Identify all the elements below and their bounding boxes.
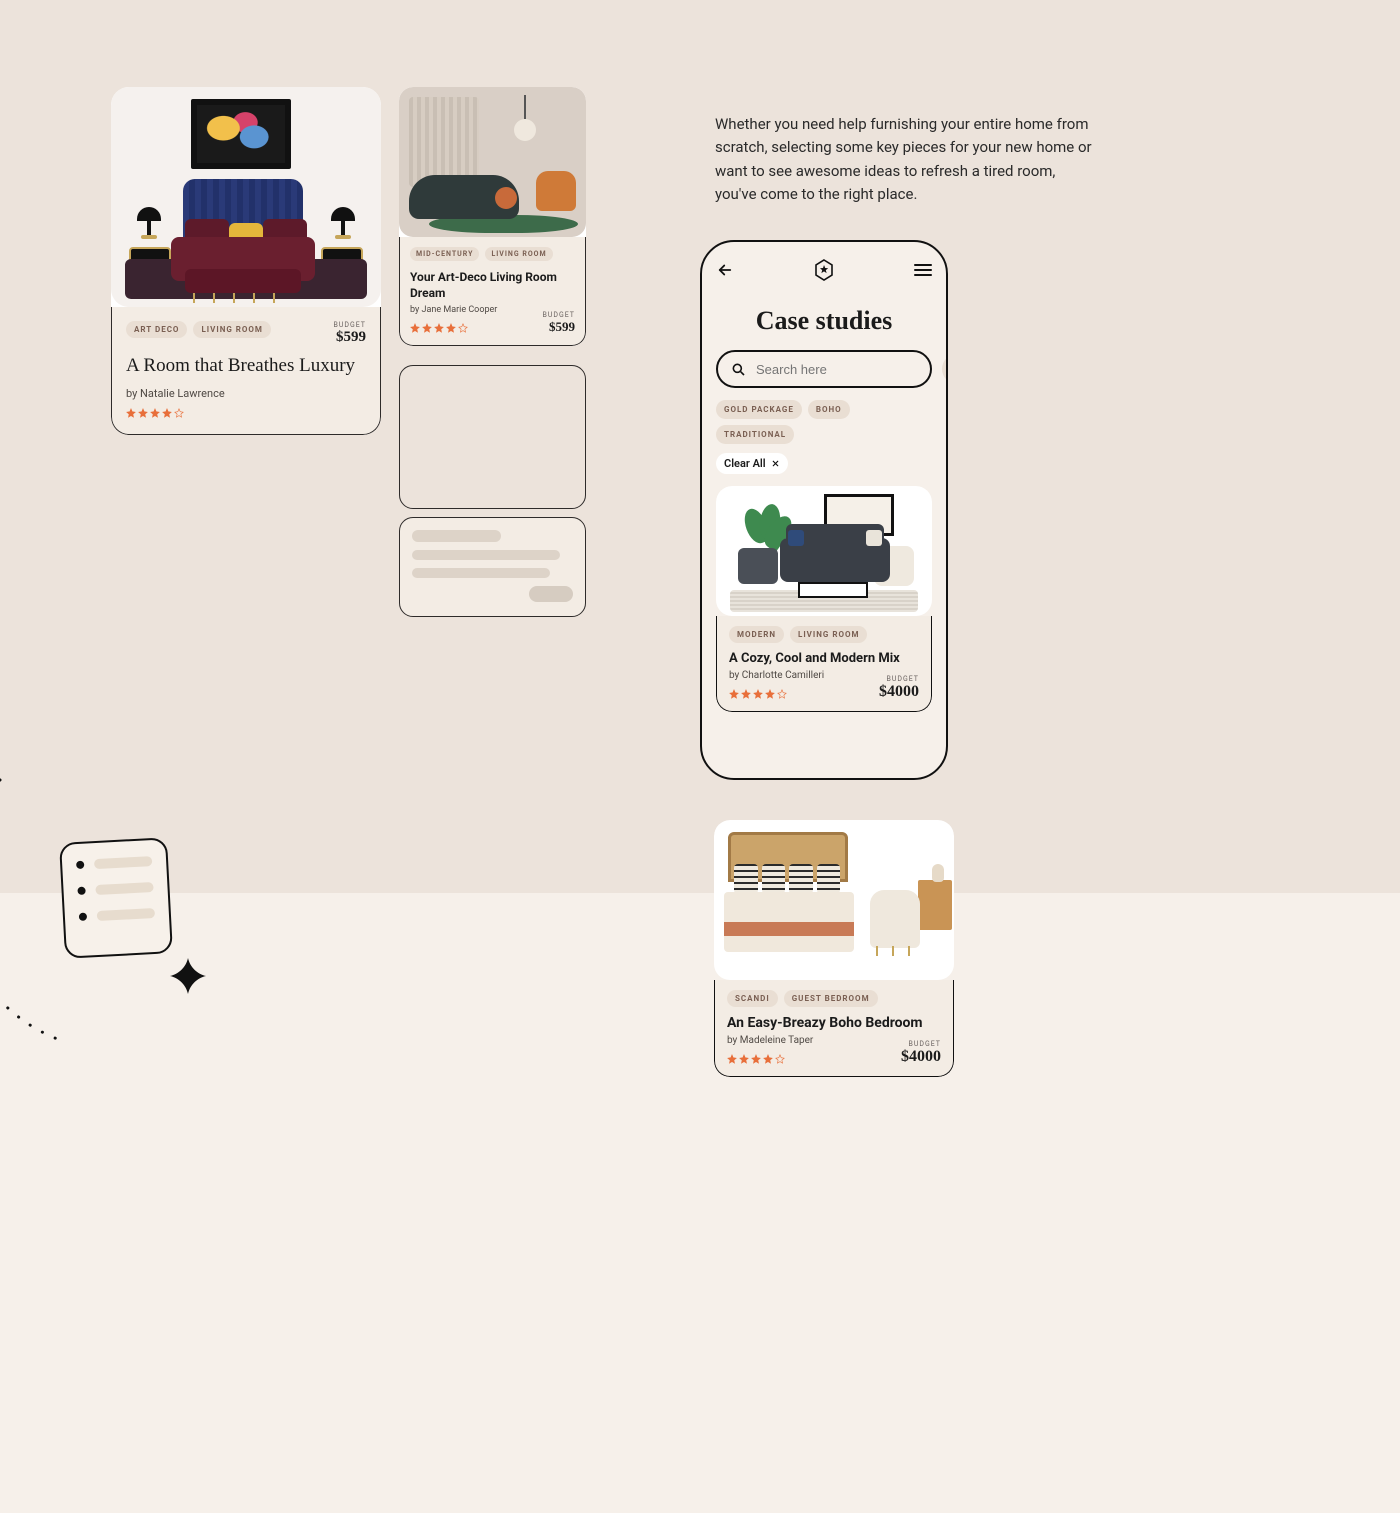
menu-icon[interactable] xyxy=(914,264,932,276)
tag-chip[interactable]: MID-CENTURY xyxy=(410,247,479,261)
budget-label: BUDGET xyxy=(901,1040,941,1048)
skeleton-panel xyxy=(399,517,586,617)
list-card-icon xyxy=(59,837,173,958)
filter-chip[interactable]: GOLD PACKAGE xyxy=(716,400,802,419)
star-rating xyxy=(126,408,366,418)
search-bar[interactable] xyxy=(716,350,932,388)
skeleton-image xyxy=(399,365,586,509)
page-title: Case studies xyxy=(716,306,932,336)
case-card-large[interactable]: ART DECO LIVING ROOM BUDGET $599 A Room … xyxy=(111,87,381,435)
filter-chip[interactable]: BOHO xyxy=(808,400,850,419)
case-card[interactable]: SCANDI GUEST BEDROOM An Easy-Breazy Boho… xyxy=(714,820,954,1077)
modern-livingroom-illustration xyxy=(716,486,932,616)
budget-value: $599 xyxy=(334,329,367,346)
close-icon xyxy=(771,459,780,468)
budget: BUDGET $599 xyxy=(543,311,576,335)
filter-row: GOLD PACKAGE BOHO TRADITIONAL xyxy=(716,400,932,444)
filter-button[interactable] xyxy=(942,354,948,384)
budget-value: $599 xyxy=(543,319,576,335)
clear-label: Clear All xyxy=(724,457,766,470)
card-author: by Natalie Lawrence xyxy=(126,387,366,400)
case-card-skeleton xyxy=(399,365,586,617)
tag-chip[interactable]: MODERN xyxy=(729,626,784,643)
budget-label: BUDGET xyxy=(334,321,367,329)
back-icon[interactable] xyxy=(716,261,734,279)
card-title: Your Art-Deco Living Room Dream xyxy=(410,269,575,301)
phone-topbar xyxy=(716,258,932,282)
tag-chip[interactable]: LIVING ROOM xyxy=(485,247,552,261)
card-image xyxy=(716,486,932,616)
case-card[interactable]: MODERN LIVING ROOM A Cozy, Cool and Mode… xyxy=(716,486,932,712)
livingroom-illustration xyxy=(399,87,586,237)
tag-chip[interactable]: GUEST BEDROOM xyxy=(784,990,878,1007)
decorative-cluster xyxy=(0,770,260,1050)
intro-text: Whether you need help furnishing your en… xyxy=(715,113,1095,206)
budget: BUDGET $599 xyxy=(334,321,367,346)
card-title: An Easy-Breazy Boho Bedroom xyxy=(727,1015,941,1031)
card-panel: ART DECO LIVING ROOM BUDGET $599 A Room … xyxy=(111,307,381,435)
tag-chip[interactable]: ART DECO xyxy=(126,321,187,338)
search-icon xyxy=(730,361,746,377)
tag-chip[interactable]: LIVING ROOM xyxy=(790,626,867,643)
card-panel: MODERN LIVING ROOM A Cozy, Cool and Mode… xyxy=(716,616,932,712)
sparkle-icon xyxy=(168,956,208,996)
budget-label: BUDGET xyxy=(543,311,576,319)
filter-chip[interactable]: TRADITIONAL xyxy=(716,425,794,444)
card-image xyxy=(399,87,586,237)
bedroom-illustration xyxy=(111,87,381,307)
card-title: A Room that Breathes Luxury xyxy=(126,354,366,379)
chip-row: MODERN LIVING ROOM xyxy=(729,626,919,643)
tag-chip[interactable]: LIVING ROOM xyxy=(193,321,270,338)
case-card-medium[interactable]: MID-CENTURY LIVING ROOM Your Art-Deco Li… xyxy=(399,87,586,346)
budget-value: $4000 xyxy=(879,683,919,701)
budget-value: $4000 xyxy=(901,1048,941,1066)
chip-row: MID-CENTURY LIVING ROOM xyxy=(410,247,575,261)
boho-bedroom-illustration xyxy=(714,820,954,980)
tag-chip[interactable]: SCANDI xyxy=(727,990,778,1007)
budget: BUDGET $4000 xyxy=(879,675,919,701)
budget-label: BUDGET xyxy=(879,675,919,683)
brand-logo-icon xyxy=(812,258,836,282)
phone-frame: Case studies GOLD PACKAGE BOHO TRADITION… xyxy=(700,240,948,780)
chip-row: SCANDI GUEST BEDROOM xyxy=(727,990,941,1007)
card-title: A Cozy, Cool and Modern Mix xyxy=(729,651,919,666)
clear-filters-button[interactable]: Clear All xyxy=(716,453,788,474)
chip-row: ART DECO LIVING ROOM xyxy=(126,321,366,338)
budget: BUDGET $4000 xyxy=(901,1040,941,1066)
search-input[interactable] xyxy=(754,361,934,378)
card-image xyxy=(714,820,954,980)
card-image xyxy=(111,87,381,307)
card-panel: MID-CENTURY LIVING ROOM Your Art-Deco Li… xyxy=(399,237,586,346)
card-panel: SCANDI GUEST BEDROOM An Easy-Breazy Boho… xyxy=(714,980,954,1077)
